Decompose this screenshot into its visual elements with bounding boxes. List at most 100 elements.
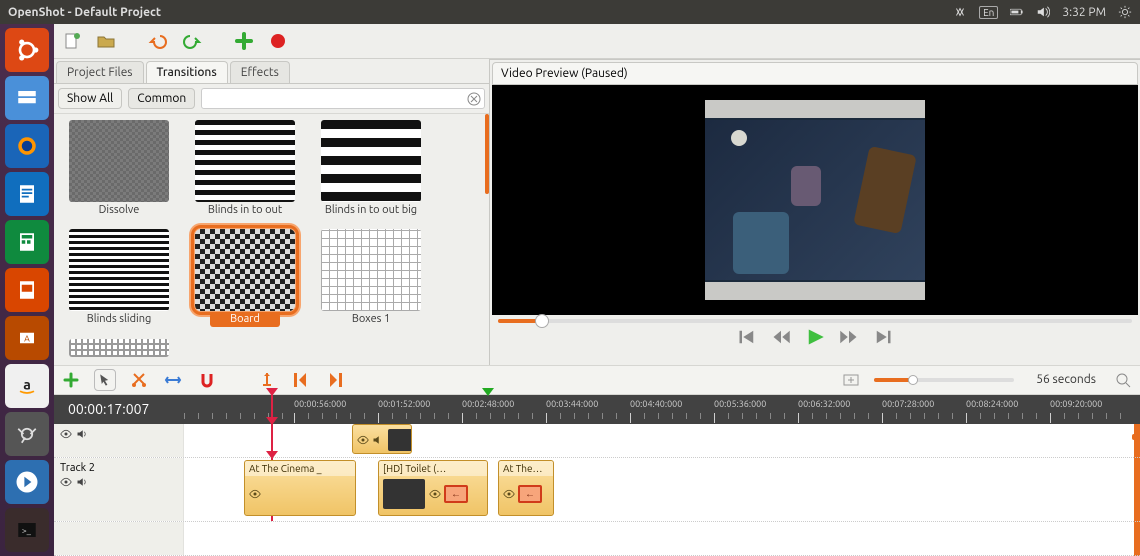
track-2-name: Track 2 [60,462,177,474]
transport-play[interactable] [805,327,825,347]
timeline-clip[interactable]: At The Cinema _ [244,460,356,516]
ruler-tick: 00:03:44:000 [546,399,598,409]
tl-zoom-out[interactable] [1112,369,1134,391]
openshot-window: Project Files Transitions Effects Show A… [54,24,1140,556]
tab-project-files[interactable]: Project Files [56,61,144,83]
tl-selection-tool[interactable] [94,369,116,391]
system-clock[interactable]: 3:32 PM [1062,6,1106,19]
launcher-writer[interactable] [5,172,49,216]
main-toolbar [54,24,1140,59]
transport-forward[interactable] [839,327,859,347]
track-2-body[interactable]: At The Cinema _[HD] Toilet (…←At The…← [184,458,1140,521]
transition-item-board[interactable]: Board [186,229,304,326]
track-1-body[interactable] [184,424,1140,457]
transition-item-dissolve[interactable]: Dissolve [60,120,178,217]
preview-frame [705,100,925,300]
record-button[interactable] [266,29,290,53]
transition-thumb [69,339,169,357]
transition-label: Boxes 1 [352,313,390,326]
transition-item-blinds_in_out_big[interactable]: Blinds in to out big [312,120,430,217]
ruler-tick: 00:06:32:000 [798,399,850,409]
transition-label: Blinds sliding [87,313,152,326]
preview-title: Video Preview (Paused) [492,62,1138,85]
transport-start[interactable] [737,327,757,347]
speaker-icon[interactable] [76,428,88,440]
track-2-head[interactable]: Track 2 [54,458,184,521]
filter-search-input[interactable] [201,88,485,109]
clip-thumb [383,479,425,509]
transition-item-boxes_1[interactable]: Boxes 1 [312,229,430,326]
tl-add-track[interactable] [60,369,82,391]
filter-common[interactable]: Common [128,88,195,109]
undo-button[interactable] [146,29,170,53]
battery-icon[interactable] [1010,5,1024,19]
launcher-ubuntu-dash[interactable] [5,28,49,72]
transition-item-dots_partial[interactable] [60,339,178,357]
launcher-terminal[interactable]: >_ [5,508,49,552]
tab-effects[interactable]: Effects [230,61,290,83]
add-file-button[interactable] [232,29,256,53]
speaker-icon[interactable] [76,476,88,488]
new-project-button[interactable] [60,29,84,53]
clip-transition-marker[interactable]: ← [518,485,542,503]
transition-label: Dissolve [99,204,140,217]
transition-thumb [69,229,169,311]
tab-transitions[interactable]: Transitions [146,61,228,83]
keyboard-lang-indicator[interactable]: En [979,6,998,19]
tl-marker-prev[interactable] [290,369,312,391]
volume-icon[interactable] [1036,5,1050,19]
transport-controls [490,315,1140,365]
transitions-grid[interactable]: Dissolve Blinds in to out Blinds in to out… [54,114,489,365]
timeline-header: 00:00:17:007 00:00:56:00000:01:52:00000:… [54,395,1140,424]
launcher-firefox[interactable] [5,124,49,168]
launcher-amazon[interactable]: a [5,364,49,408]
timeline-tracks: Track 2 At The Cinema _[HD] Toilet (…←At… [54,424,1140,556]
track-3-head[interactable] [54,522,184,555]
open-project-button[interactable] [94,29,118,53]
network-icon[interactable] [953,5,967,19]
launcher-media-player[interactable] [5,460,49,504]
transport-end[interactable] [873,327,893,347]
tl-razor-tool[interactable] [128,369,150,391]
zoom-slider[interactable] [874,378,1014,382]
ruler-tick: 00:00:56:000 [294,399,346,409]
system-tray: En 3:32 PM [953,5,1132,19]
eye-icon[interactable] [60,476,72,488]
marker-green[interactable] [482,388,494,396]
tl-zoom-fit[interactable] [840,369,862,391]
track-3 [54,522,1140,556]
transition-item-blinds_sliding[interactable]: Blinds sliding [60,229,178,326]
preview-video-area[interactable] [492,85,1138,315]
track-2: Track 2 At The Cinema _[HD] Toilet (…←At… [54,458,1140,522]
track-3-body[interactable] [184,522,1140,555]
svg-text:A: A [24,334,30,344]
transition-thumb [321,229,421,311]
zoom-label: 56 seconds [1036,373,1096,386]
clip-transition-marker[interactable]: ← [444,485,468,503]
launcher-calc[interactable] [5,220,49,264]
launcher-files[interactable] [5,76,49,120]
clip-label: [HD] Toilet (… [379,461,487,476]
timeline-clip[interactable]: [HD] Toilet (… ← [378,460,488,516]
transition-item-blinds_in_out[interactable]: Blinds in to out [186,120,304,217]
tl-marker-next[interactable] [324,369,346,391]
seek-slider[interactable] [498,319,1132,323]
transport-rewind[interactable] [771,327,791,347]
timeline-clip[interactable] [352,424,412,454]
launcher-impress[interactable] [5,268,49,312]
launcher-software-center[interactable]: A [5,316,49,360]
ruler-tick: 00:07:28:000 [882,399,934,409]
filter-show-all[interactable]: Show All [58,88,122,109]
timeline-ruler[interactable]: 00:00:56:00000:01:52:00000:02:48:00000:0… [184,395,1140,424]
timeline-clip[interactable]: At The…← [498,460,554,516]
gear-icon[interactable] [1118,5,1132,19]
transition-label: Blinds in to out [208,204,282,217]
tl-resize-tool[interactable] [162,369,184,391]
track-1-head[interactable] [54,424,184,457]
clear-search-icon[interactable] [467,92,481,106]
svg-text:a: a [23,377,31,393]
tl-snap-toggle[interactable] [196,369,218,391]
redo-button[interactable] [180,29,204,53]
launcher-system-settings[interactable] [5,412,49,456]
eye-icon[interactable] [60,428,72,440]
